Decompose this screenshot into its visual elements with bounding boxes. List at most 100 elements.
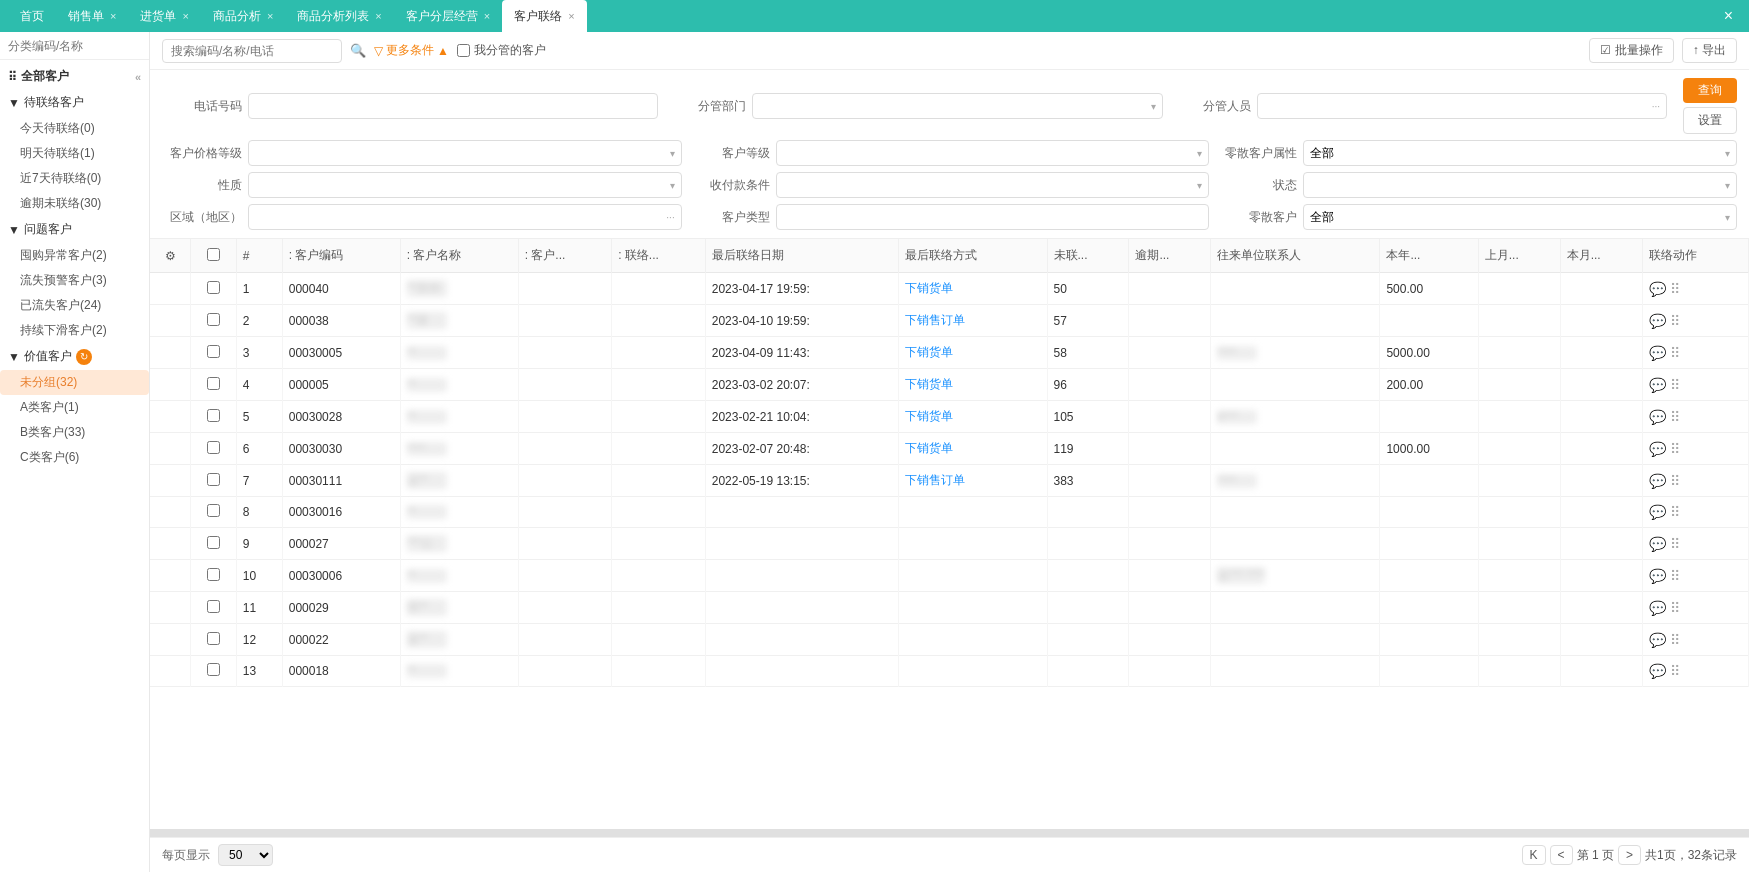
tab-product-analysis-list[interactable]: 商品分析列表 × — [285, 0, 393, 32]
col-settings[interactable]: ⚙ — [150, 239, 191, 273]
retail-customer-select[interactable]: 全部 ▾ — [1303, 204, 1737, 230]
row-checkbox[interactable] — [207, 473, 220, 486]
chat-icon[interactable]: 💬 — [1649, 281, 1666, 297]
sidebar-item-type-a[interactable]: A类客户(1) — [0, 395, 149, 420]
more-icon[interactable]: ⠿ — [1670, 632, 1680, 648]
export-btn[interactable]: ↑ 导出 — [1682, 38, 1737, 63]
chat-icon[interactable]: 💬 — [1649, 504, 1666, 520]
contact-method-link[interactable]: 下销货单 — [905, 281, 953, 295]
chat-icon[interactable]: 💬 — [1649, 409, 1666, 425]
payment-select[interactable]: ▾ — [776, 172, 1210, 198]
manager-select[interactable]: ··· — [1257, 93, 1667, 119]
customer-level-select[interactable]: ▾ — [776, 140, 1210, 166]
row-checkbox[interactable] — [207, 441, 220, 454]
tab-customer-segment[interactable]: 客户分层经营 × — [394, 0, 502, 32]
sidebar-section-problem[interactable]: ▼ 问题客户 — [0, 216, 149, 243]
row-checkbox[interactable] — [207, 536, 220, 549]
sidebar-item-ungroup[interactable]: 未分组(32) — [0, 370, 149, 395]
more-icon[interactable]: ⠿ — [1670, 504, 1680, 520]
tab-home[interactable]: 首页 — [8, 0, 56, 32]
row-checkbox[interactable] — [207, 663, 220, 676]
tab-sales[interactable]: 销售单 × — [56, 0, 128, 32]
query-btn[interactable]: 查询 — [1683, 78, 1737, 103]
filter-search-input[interactable] — [162, 39, 342, 63]
row-checkbox[interactable] — [207, 632, 220, 645]
customer-type-select[interactable] — [776, 204, 1210, 230]
my-customers-checkbox[interactable] — [457, 44, 470, 57]
more-icon[interactable]: ⠿ — [1670, 377, 1680, 393]
sidebar-item-type-b[interactable]: B类客户(33) — [0, 420, 149, 445]
sidebar-item-tomorrow-pending[interactable]: 明天待联络(1) — [0, 141, 149, 166]
chat-icon[interactable]: 💬 — [1649, 313, 1666, 329]
select-all-checkbox[interactable] — [207, 248, 220, 261]
chat-icon[interactable]: 💬 — [1649, 536, 1666, 552]
tab-product-analysis[interactable]: 商品分析 × — [201, 0, 285, 32]
more-icon[interactable]: ⠿ — [1670, 600, 1680, 616]
tab-sales-close[interactable]: × — [110, 10, 116, 22]
close-all-btn[interactable]: × — [1716, 7, 1741, 25]
more-icon[interactable]: ⠿ — [1670, 313, 1680, 329]
tab-purchase-close[interactable]: × — [182, 10, 188, 22]
sidebar-item-abnormal[interactable]: 囤购异常客户(2) — [0, 243, 149, 268]
chat-icon[interactable]: 💬 — [1649, 600, 1666, 616]
tab-customer-contact[interactable]: 客户联络 × — [502, 0, 586, 32]
chat-icon[interactable]: 💬 — [1649, 473, 1666, 489]
chat-icon[interactable]: 💬 — [1649, 663, 1666, 679]
row-checkbox[interactable] — [207, 568, 220, 581]
contact-method-link[interactable]: 下销货单 — [905, 441, 953, 455]
dept-select[interactable]: ▾ — [752, 93, 1162, 119]
sidebar-item-declining[interactable]: 持续下滑客户(2) — [0, 318, 149, 343]
status-select[interactable]: ▾ — [1303, 172, 1737, 198]
more-icon[interactable]: ⠿ — [1670, 568, 1680, 584]
sidebar-item-overdue-pending[interactable]: 逾期未联络(30) — [0, 191, 149, 216]
row-checkbox[interactable] — [207, 377, 220, 390]
filter-more-btn[interactable]: ▽ 更多条件 ▲ — [374, 42, 449, 59]
tab-product-analysis-close[interactable]: × — [267, 10, 273, 22]
next-page-btn[interactable]: > — [1618, 845, 1641, 865]
row-checkbox[interactable] — [207, 281, 220, 294]
tab-customer-contact-close[interactable]: × — [568, 10, 574, 22]
sidebar-all-customers[interactable]: ⠿ 全部客户 « — [0, 60, 149, 89]
sidebar-search-input[interactable] — [8, 39, 150, 53]
row-checkbox[interactable] — [207, 600, 220, 613]
reset-btn[interactable]: 设置 — [1683, 107, 1737, 134]
chat-icon[interactable]: 💬 — [1649, 632, 1666, 648]
more-icon[interactable]: ⠿ — [1670, 345, 1680, 361]
sidebar-item-type-c[interactable]: C类客户(6) — [0, 445, 149, 470]
row-checkbox[interactable] — [207, 409, 220, 422]
more-icon[interactable]: ⠿ — [1670, 536, 1680, 552]
row-checkbox[interactable] — [207, 345, 220, 358]
more-icon[interactable]: ⠿ — [1670, 281, 1680, 297]
sidebar-item-churn-warning[interactable]: 流失预警客户(3) — [0, 268, 149, 293]
contact-method-link[interactable]: 下销货单 — [905, 377, 953, 391]
more-icon[interactable]: ⠿ — [1670, 663, 1680, 679]
contact-method-link[interactable]: 下销售订单 — [905, 473, 965, 487]
sidebar-item-churned[interactable]: 已流失客户(24) — [0, 293, 149, 318]
more-icon[interactable]: ⠿ — [1670, 409, 1680, 425]
retail-attr-select[interactable]: 全部 ▾ — [1303, 140, 1737, 166]
phone-input[interactable] — [248, 93, 658, 119]
row-checkbox[interactable] — [207, 313, 220, 326]
chat-icon[interactable]: 💬 — [1649, 377, 1666, 393]
more-icon[interactable]: ⠿ — [1670, 441, 1680, 457]
sidebar-section-value[interactable]: ▼ 价值客户 ↻ — [0, 343, 149, 370]
per-page-select[interactable]: 50 20 100 — [218, 844, 273, 866]
filter-search-btn[interactable]: 🔍 — [350, 43, 366, 58]
chat-icon[interactable]: 💬 — [1649, 568, 1666, 584]
sidebar-item-today-pending[interactable]: 今天待联络(0) — [0, 116, 149, 141]
my-customers-checkbox-label[interactable]: 我分管的客户 — [457, 42, 546, 59]
chat-icon[interactable]: 💬 — [1649, 345, 1666, 361]
first-page-btn[interactable]: K — [1522, 845, 1546, 865]
contact-method-link[interactable]: 下销货单 — [905, 409, 953, 423]
tab-customer-segment-close[interactable]: × — [484, 10, 490, 22]
price-level-select[interactable]: ▾ — [248, 140, 682, 166]
prev-page-btn[interactable]: < — [1550, 845, 1573, 865]
tab-purchase[interactable]: 进货单 × — [128, 0, 200, 32]
chat-icon[interactable]: 💬 — [1649, 441, 1666, 457]
sidebar-item-7days-pending[interactable]: 近7天待联络(0) — [0, 166, 149, 191]
contact-method-link[interactable]: 下销货单 — [905, 345, 953, 359]
row-checkbox[interactable] — [207, 504, 220, 517]
contact-method-link[interactable]: 下销售订单 — [905, 313, 965, 327]
region-select[interactable]: ··· — [248, 204, 682, 230]
sidebar-section-pending[interactable]: ▼ 待联络客户 — [0, 89, 149, 116]
